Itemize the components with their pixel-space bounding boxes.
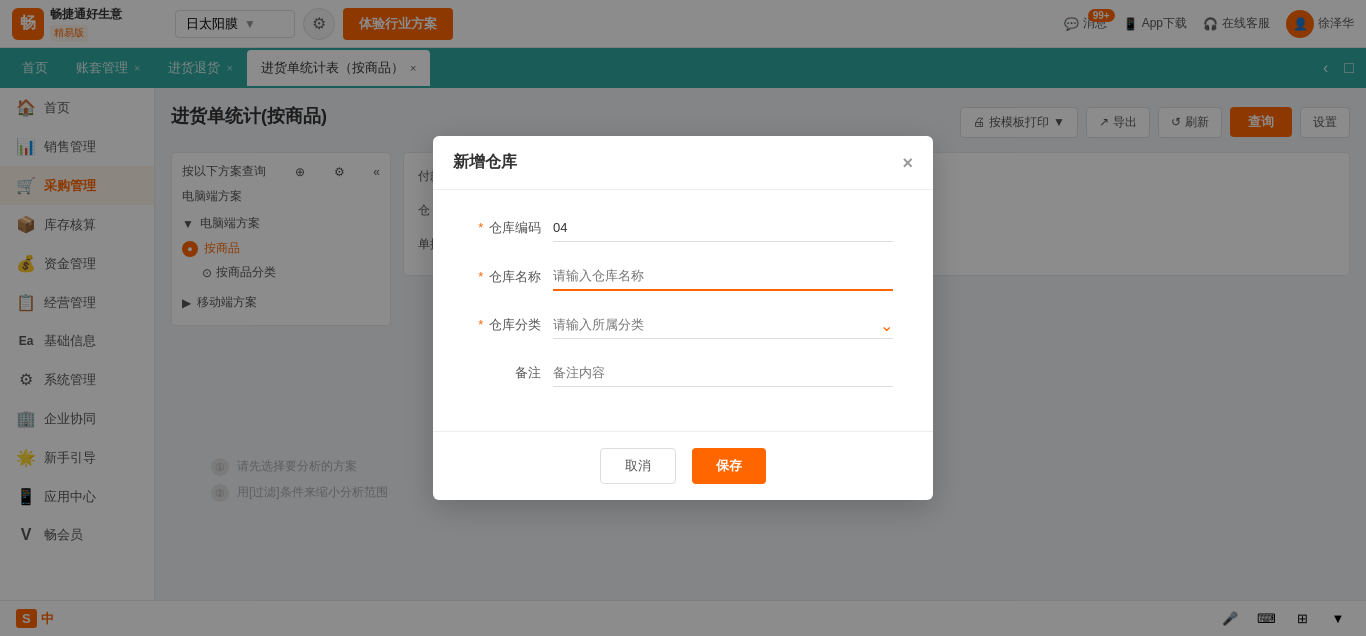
form-row-remark: 备注: [473, 359, 893, 387]
category-label: * 仓库分类: [473, 316, 553, 334]
modal-close-button[interactable]: ×: [902, 154, 913, 172]
save-button[interactable]: 保存: [692, 448, 766, 484]
cancel-button[interactable]: 取消: [600, 448, 676, 484]
category-select-container: ⌄: [553, 311, 893, 339]
modal-title: 新增仓库: [453, 152, 517, 173]
modal-header: 新增仓库 ×: [433, 136, 933, 190]
form-row-name: * 仓库名称: [473, 262, 893, 291]
remark-label: 备注: [473, 364, 553, 382]
modal-body: * 仓库编码 * 仓库名称 * 仓库分类: [433, 190, 933, 431]
name-label: * 仓库名称: [473, 268, 553, 286]
remark-input[interactable]: [553, 359, 893, 387]
modal-footer: 取消 保存: [433, 431, 933, 500]
code-required-star: *: [478, 220, 483, 235]
category-dropdown-icon[interactable]: ⌄: [880, 316, 893, 335]
code-label: * 仓库编码: [473, 219, 553, 237]
form-row-code: * 仓库编码: [473, 214, 893, 242]
name-input[interactable]: [553, 262, 893, 291]
category-required-star: *: [478, 317, 483, 332]
code-input[interactable]: [553, 214, 893, 242]
name-required-star: *: [478, 269, 483, 284]
form-row-category: * 仓库分类 ⌄: [473, 311, 893, 339]
add-warehouse-modal: 新增仓库 × * 仓库编码 * 仓库名称: [433, 136, 933, 500]
category-input[interactable]: [553, 311, 893, 339]
modal-overlay: 新增仓库 × * 仓库编码 * 仓库名称: [0, 0, 1366, 636]
